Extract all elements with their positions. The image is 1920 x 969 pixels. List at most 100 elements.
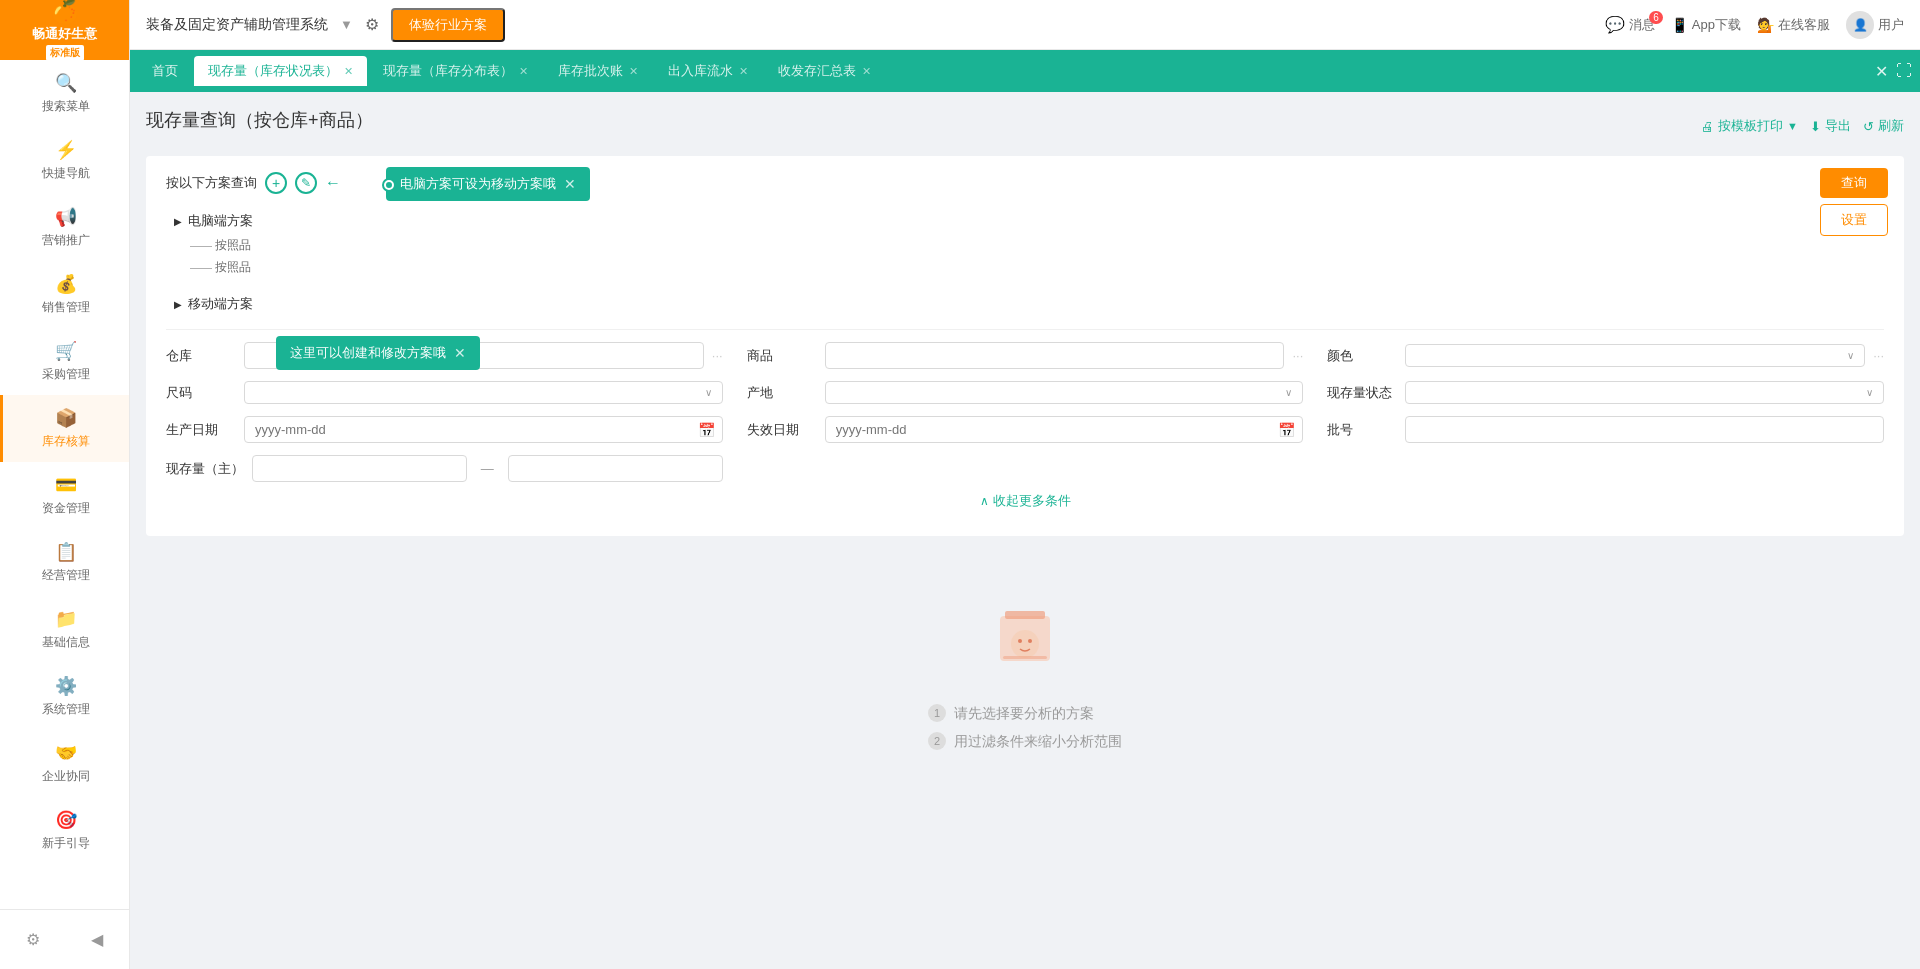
origin-select[interactable]: ∨ bbox=[825, 381, 1304, 404]
tab-inventory-status[interactable]: 现存量（库存状况表） ✕ bbox=[194, 56, 367, 86]
sidebar-item-sales[interactable]: 💰 销售管理 bbox=[0, 261, 129, 328]
tab-home[interactable]: 首页 bbox=[138, 56, 192, 86]
message-badge: 6 bbox=[1649, 11, 1663, 24]
filter-color: 颜色 ∨ ··· bbox=[1327, 342, 1884, 369]
search-btn[interactable]: 查询 bbox=[1820, 168, 1888, 198]
stock-status-label: 现存量状态 bbox=[1327, 384, 1397, 402]
goods-label: 商品 bbox=[747, 347, 817, 365]
print-icon: 🖨 bbox=[1701, 119, 1714, 134]
goods-dots[interactable]: ··· bbox=[1292, 348, 1303, 363]
tab-summary-close[interactable]: ✕ bbox=[862, 65, 871, 78]
scheme-mobile[interactable]: ▶ 移动端方案 bbox=[166, 291, 1884, 317]
scheme-mobile-label: 移动端方案 bbox=[188, 295, 253, 313]
empty-step-1: 1 请先选择要分析的方案 bbox=[928, 699, 1122, 727]
filter-buttons: 查询 设置 bbox=[1820, 168, 1888, 236]
color-select[interactable]: ∨ bbox=[1405, 344, 1865, 367]
support-btn[interactable]: 💁 在线客服 bbox=[1757, 16, 1830, 34]
sidebar-item-finance[interactable]: 💳 资金管理 bbox=[0, 462, 129, 529]
sidebar-item-system[interactable]: ⚙️ 系统管理 bbox=[0, 663, 129, 730]
sidebar-label-newbie: 新手引导 bbox=[42, 835, 90, 852]
app-label: App下载 bbox=[1692, 16, 1741, 34]
tab-summary[interactable]: 收发存汇总表 ✕ bbox=[764, 56, 885, 86]
export-btn[interactable]: ⬇ 导出 bbox=[1810, 117, 1851, 135]
stock-main-label: 现存量（主） bbox=[166, 460, 244, 478]
message-btn[interactable]: 💬 6 消息 bbox=[1605, 15, 1655, 34]
scheme-tree: ▶ 电脑端方案 —— 按照品 —— 按照品 bbox=[166, 208, 1884, 279]
back-btn[interactable]: ← bbox=[325, 174, 341, 192]
sidebar-item-newbie[interactable]: 🎯 新手引导 bbox=[0, 797, 129, 864]
sidebar-item-inventory[interactable]: 📦 库存核算 bbox=[0, 395, 129, 462]
trial-btn[interactable]: 体验行业方案 bbox=[391, 8, 505, 42]
step-1-num: 1 bbox=[928, 704, 946, 722]
enterprise-icon: 🤝 bbox=[55, 742, 77, 764]
reset-btn[interactable]: 设置 bbox=[1820, 204, 1888, 236]
expire-date-calendar-icon[interactable]: 📅 bbox=[1278, 422, 1295, 438]
tab-batch[interactable]: 库存批次账 ✕ bbox=[544, 56, 652, 86]
sidebar: 🍊 畅通好生意 标准版 🔍 搜索菜单 ⚡ 快捷导航 📢 营销推广 💰 销售 bbox=[0, 0, 130, 969]
warehouse-dots[interactable]: ··· bbox=[712, 348, 723, 363]
scheme-dot bbox=[384, 180, 394, 190]
app-download-btn[interactable]: 📱 App下载 bbox=[1671, 16, 1741, 34]
user-btn[interactable]: 👤 用户 bbox=[1846, 11, 1904, 39]
sidebar-item-search[interactable]: 🔍 搜索菜单 bbox=[0, 60, 129, 127]
tab-inout[interactable]: 出入库流水 ✕ bbox=[654, 56, 762, 86]
expire-date-input[interactable] bbox=[825, 416, 1304, 443]
tab-inventory-status-label: 现存量（库存状况表） bbox=[208, 62, 338, 80]
produce-date-input[interactable] bbox=[244, 416, 723, 443]
sidebar-label-enterprise: 企业协同 bbox=[42, 768, 90, 785]
filter-section: 按以下方案查询 + ✎ ← 电脑方案可设为移动方案哦 ✕ ▶ bbox=[146, 156, 1904, 536]
scheme-desktop[interactable]: ▶ 电脑端方案 bbox=[166, 208, 1884, 234]
tab-close-all[interactable]: ✕ bbox=[1875, 62, 1888, 81]
settings-icon[interactable]: ⚙ bbox=[365, 15, 379, 34]
refresh-label: 刷新 bbox=[1878, 117, 1904, 135]
tab-inventory-dist[interactable]: 现存量（库存分布表） ✕ bbox=[369, 56, 542, 86]
scheme-sub-2[interactable]: —— 按照品 bbox=[166, 257, 1884, 279]
goods-input[interactable] bbox=[825, 342, 1285, 369]
add-scheme-btn[interactable]: + bbox=[265, 172, 287, 194]
scheme-popup-close[interactable]: ✕ bbox=[564, 176, 576, 192]
sidebar-item-marketing[interactable]: 📢 营销推广 bbox=[0, 194, 129, 261]
search-icon: 🔍 bbox=[55, 72, 77, 94]
print-btn[interactable]: 🖨 按模板打印 ▼ bbox=[1701, 117, 1798, 135]
filter-expire-date: 失效日期 📅 bbox=[747, 416, 1304, 443]
sidebar-label-inventory: 库存核算 bbox=[42, 433, 90, 450]
size-select[interactable]: ∨ bbox=[244, 381, 723, 404]
sales-icon: 💰 bbox=[55, 273, 77, 295]
sidebar-label-search: 搜索菜单 bbox=[42, 98, 90, 115]
export-label: 导出 bbox=[1825, 117, 1851, 135]
stock-status-select[interactable]: ∨ bbox=[1405, 381, 1884, 404]
sidebar-item-quicknav[interactable]: ⚡ 快捷导航 bbox=[0, 127, 129, 194]
stock-main-from[interactable] bbox=[252, 455, 467, 482]
produce-date-calendar-icon[interactable]: 📅 bbox=[698, 422, 715, 438]
expire-date-wrap: 📅 bbox=[825, 416, 1304, 443]
tab-inventory-status-close[interactable]: ✕ bbox=[344, 65, 353, 78]
sidebar-item-operations[interactable]: 📋 经营管理 bbox=[0, 529, 129, 596]
batch-input[interactable] bbox=[1405, 416, 1884, 443]
edit-scheme-btn[interactable]: ✎ bbox=[295, 172, 317, 194]
tab-inventory-dist-label: 现存量（库存分布表） bbox=[383, 62, 513, 80]
sidebar-item-purchase[interactable]: 🛒 采购管理 bbox=[0, 328, 129, 395]
stock-main-to[interactable] bbox=[508, 455, 723, 482]
inventory-icon: 📦 bbox=[55, 407, 77, 429]
tab-inventory-dist-close[interactable]: ✕ bbox=[519, 65, 528, 78]
scheme-sub-1[interactable]: —— 按照品 bbox=[166, 234, 1884, 257]
tab-inout-close[interactable]: ✕ bbox=[739, 65, 748, 78]
edit-popup-close[interactable]: ✕ bbox=[454, 345, 466, 361]
color-dots[interactable]: ··· bbox=[1873, 348, 1884, 363]
footer-settings-icon: ⚙ bbox=[26, 930, 40, 949]
collapse-bar[interactable]: ∧ 收起更多条件 bbox=[166, 482, 1884, 520]
tab-fullscreen[interactable]: ⛶ bbox=[1896, 62, 1912, 80]
sidebar-item-enterprise[interactable]: 🤝 企业协同 bbox=[0, 730, 129, 797]
sidebar-label-system: 系统管理 bbox=[42, 701, 90, 718]
filter-produce-date: 生产日期 📅 bbox=[166, 416, 723, 443]
scheme-popup: 电脑方案可设为移动方案哦 ✕ bbox=[386, 167, 590, 201]
sidebar-item-basic[interactable]: 📁 基础信息 bbox=[0, 596, 129, 663]
filter-batch: 批号 bbox=[1327, 416, 1884, 443]
footer-collapse[interactable]: ◀ bbox=[83, 922, 111, 957]
footer-settings[interactable]: ⚙ bbox=[18, 922, 48, 957]
refresh-btn[interactable]: ↺ 刷新 bbox=[1863, 117, 1904, 135]
stock-status-chevron-down-icon: ∨ bbox=[1866, 387, 1873, 398]
tab-batch-close[interactable]: ✕ bbox=[629, 65, 638, 78]
print-label: 按模板打印 bbox=[1718, 117, 1783, 135]
message-icon: 💬 bbox=[1605, 15, 1625, 34]
